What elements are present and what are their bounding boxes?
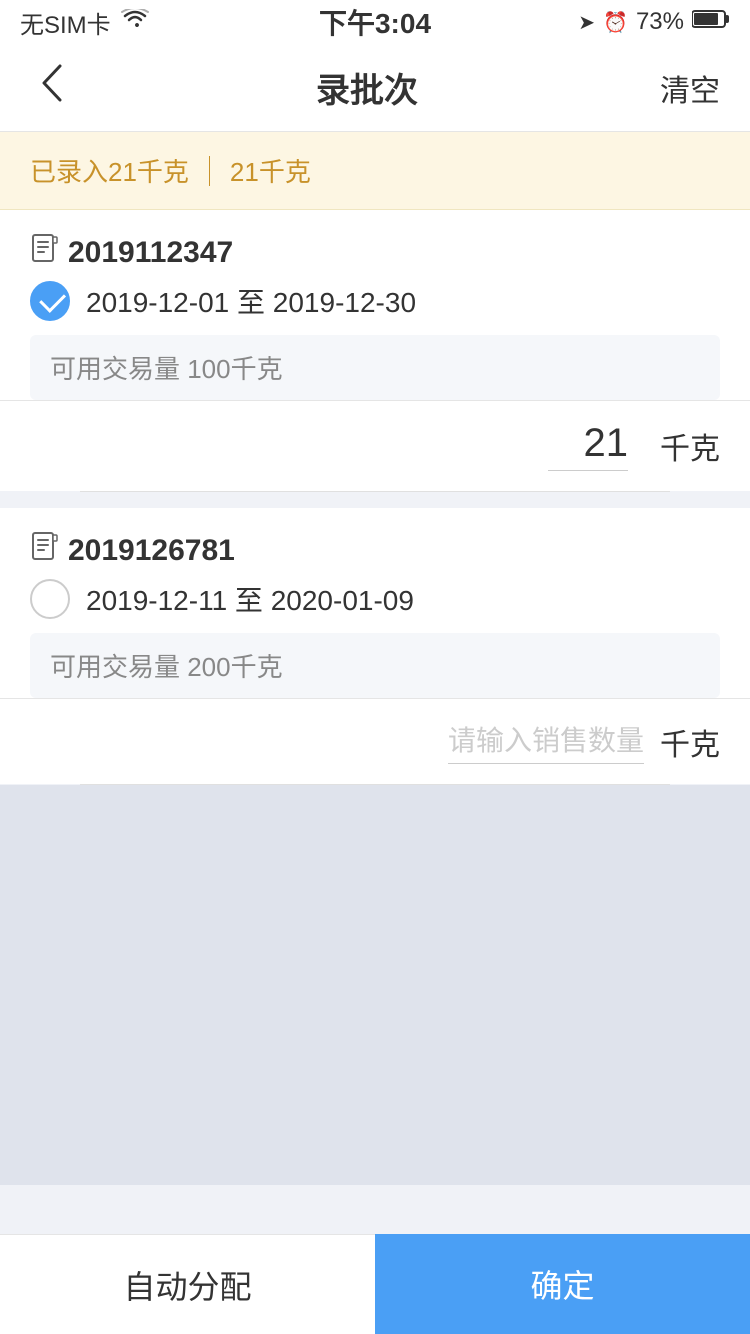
status-time: 下午3:04	[319, 2, 431, 42]
item-date-text-1: 2019-12-01 至 2019-12-30	[86, 281, 416, 321]
item-id-row-1: 2019112347	[30, 234, 720, 271]
item-id-text-2: 2019126781	[68, 534, 235, 568]
status-left: 无SIM卡	[20, 5, 149, 40]
back-button[interactable]	[30, 54, 74, 122]
wifi-icon	[121, 8, 149, 36]
item-date-row-1: 2019-12-01 至 2019-12-30	[30, 281, 720, 321]
location-icon: ➤	[578, 10, 595, 35]
bottom-gray-area	[0, 785, 750, 1185]
item-avail-row-1: 可用交易量 100千克	[30, 335, 720, 400]
carrier-label: 无SIM卡	[20, 5, 111, 40]
item-avail-text-2: 可用交易量 200千克	[50, 652, 283, 682]
card-divider	[0, 492, 750, 508]
quantity-placeholder-2: 请输入销售数量	[448, 719, 644, 759]
quantity-row-2: 请输入销售数量 千克	[0, 698, 750, 784]
quantity-unit-2: 千克	[660, 720, 720, 764]
item-checkbox-1[interactable]	[30, 281, 70, 321]
confirm-button[interactable]: 确定	[375, 1234, 750, 1334]
summary-value: 21千克	[230, 152, 311, 189]
document-icon-1	[30, 234, 60, 271]
status-bar: 无SIM卡 下午3:04 ➤ ⏰ 73%	[0, 0, 750, 44]
quantity-input-2[interactable]: 请输入销售数量	[448, 719, 644, 764]
clear-button[interactable]: 清空	[660, 66, 720, 110]
quantity-value-1: 21	[548, 421, 628, 466]
auto-distribute-button[interactable]: 自动分配	[0, 1234, 375, 1334]
item-date-row-2: 2019-12-11 至 2020-01-09	[30, 579, 720, 619]
quantity-unit-1: 千克	[660, 424, 720, 468]
item-card-1: 2019112347 2019-12-01 至 2019-12-30 可用交易量…	[0, 210, 750, 491]
summary-bar: 已录入21千克 21千克	[0, 132, 750, 210]
item-id-row-2: 2019126781	[30, 532, 720, 569]
page-title: 录批次	[316, 63, 418, 112]
quantity-row-1: 21 千克	[0, 400, 750, 491]
item-avail-row-2: 可用交易量 200千克	[30, 633, 720, 698]
battery-label: 73%	[636, 8, 684, 36]
nav-bar: 录批次 清空	[0, 44, 750, 132]
item-avail-text-1: 可用交易量 100千克	[50, 354, 283, 384]
bottom-bar: 自动分配 确定	[0, 1234, 750, 1334]
summary-recorded-label: 已录入21千克	[30, 152, 189, 189]
item-card-2: 2019126781 2019-12-11 至 2020-01-09 可用交易量…	[0, 508, 750, 784]
summary-divider	[209, 156, 210, 186]
alarm-icon: ⏰	[603, 10, 628, 35]
status-right: ➤ ⏰ 73%	[578, 8, 730, 36]
battery-icon	[692, 8, 730, 36]
document-icon-2	[30, 532, 60, 569]
quantity-input-1[interactable]: 21	[548, 421, 628, 471]
item-id-text-1: 2019112347	[68, 236, 233, 270]
item-checkbox-2[interactable]	[30, 579, 70, 619]
item-date-text-2: 2019-12-11 至 2020-01-09	[86, 579, 414, 619]
